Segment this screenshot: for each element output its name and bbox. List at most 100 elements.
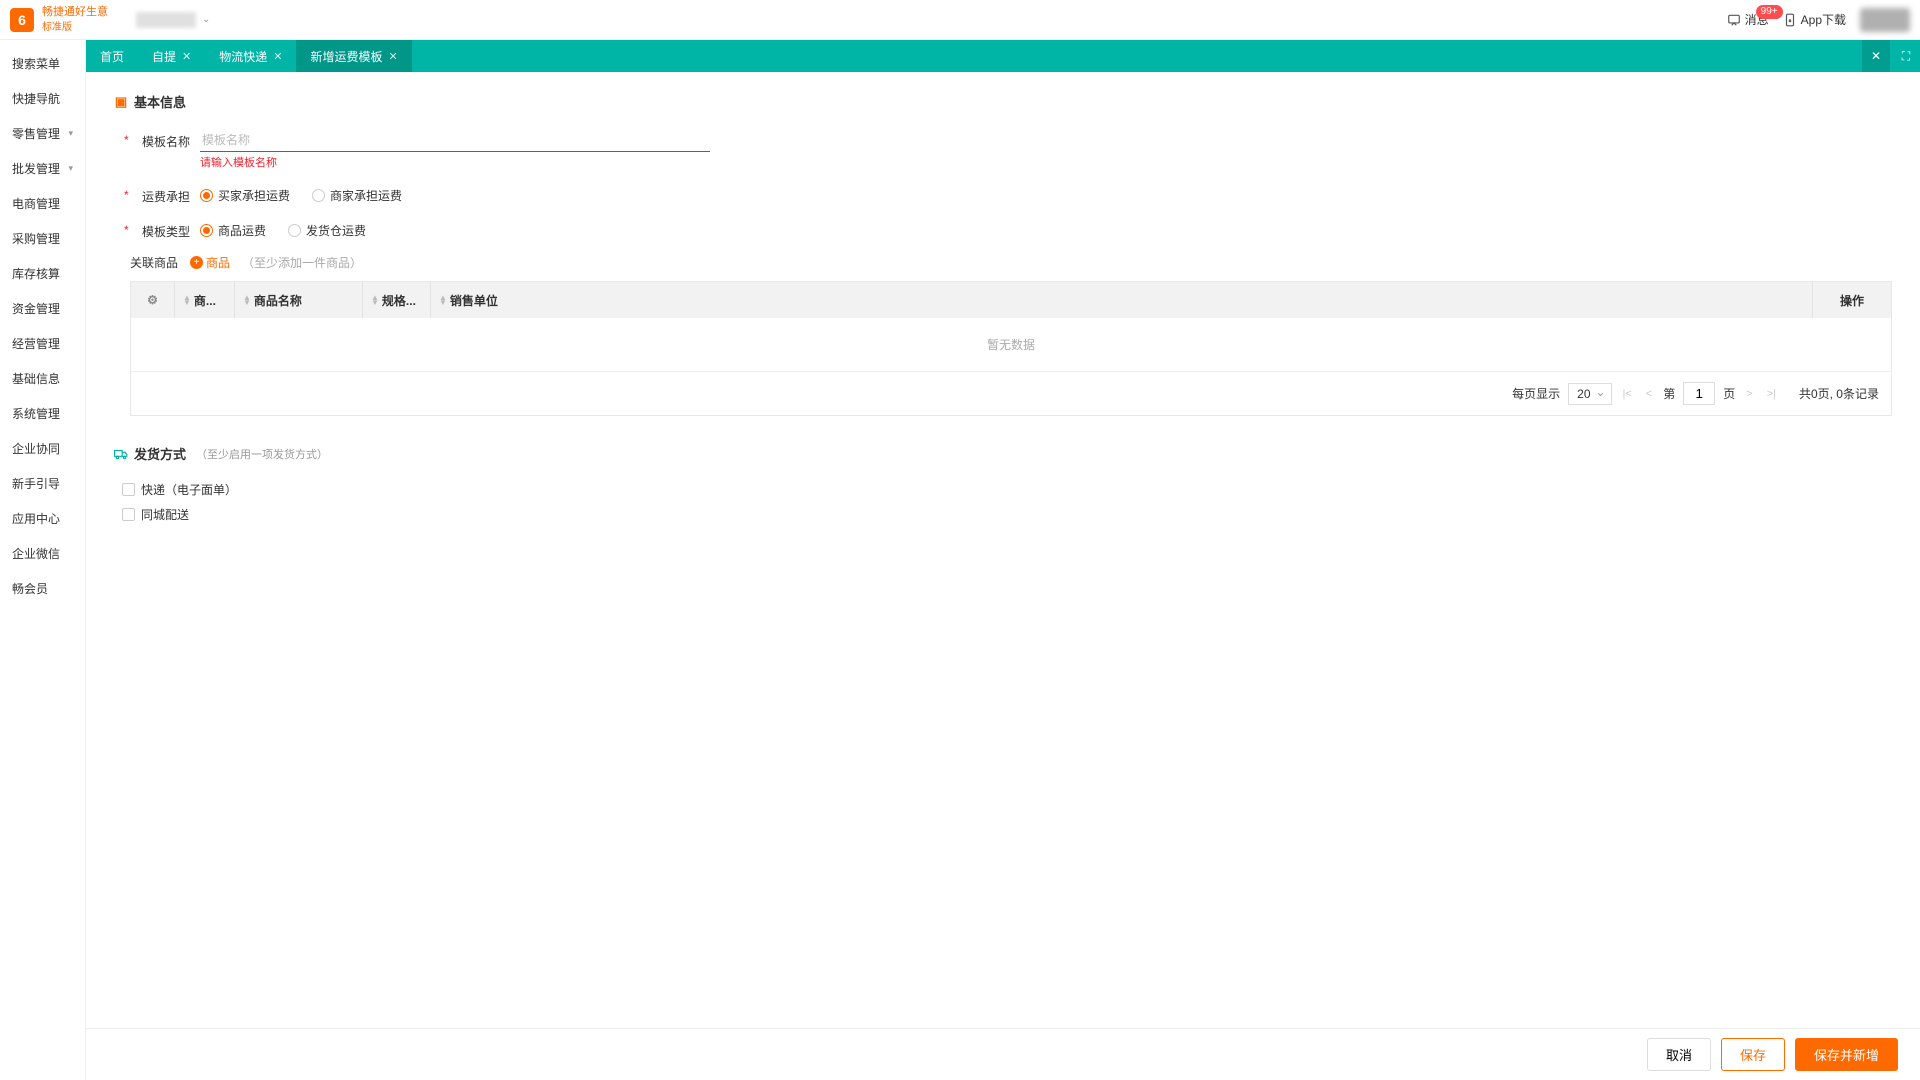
express-checkbox[interactable]: 快递（电子面单） [122, 481, 1892, 498]
template-type-row: 模板类型 商品运费 发货仓运费 [114, 219, 1892, 240]
truck-icon [114, 447, 128, 461]
th-code[interactable]: ▲▼商... [175, 282, 235, 318]
sort-icon: ▲▼ [183, 295, 191, 305]
tab-label: 物流快递 [219, 48, 267, 65]
pager-prev[interactable]: < [1643, 388, 1655, 400]
sidebar-item[interactable]: 零售管理▾ [0, 116, 85, 151]
type-product-radio[interactable]: 商品运费 [200, 222, 266, 239]
org-selector[interactable]: ⌄ [136, 12, 210, 28]
template-name-row: 模板名称 请输入模板名称 [114, 129, 1892, 170]
sidebar-item[interactable]: 批发管理▾ [0, 151, 85, 186]
main: ▣ 基本信息 模板名称 请输入模板名称 运费承担 买家承担运费 商家承担运费 模… [0, 72, 1920, 1080]
info-icon: ▣ [114, 95, 128, 109]
template-name-input[interactable] [200, 129, 710, 152]
add-product-label: 商品 [206, 254, 230, 271]
per-page-select[interactable]: 20 [1568, 383, 1611, 405]
download-button[interactable]: App下载 [1783, 11, 1846, 28]
radio-icon [200, 224, 213, 237]
products-table: ▲▼商... ▲▼商品名称 ▲▼规格... ▲▼销售单位 操作 暂无数据 每页显… [130, 281, 1892, 416]
page-input[interactable] [1683, 382, 1715, 405]
sidebar-item[interactable]: 搜索菜单 [0, 46, 85, 81]
chevron-down-icon: ⌄ [202, 14, 210, 25]
sidebar-item-label: 资金管理 [12, 300, 60, 317]
pager-next[interactable]: > [1743, 388, 1755, 400]
plus-icon: + [190, 256, 203, 269]
sidebar-item[interactable]: 经营管理 [0, 326, 85, 361]
sidebar-item[interactable]: 应用中心 [0, 501, 85, 536]
local-delivery-checkbox[interactable]: 同城配送 [122, 506, 1892, 523]
close-icon[interactable]: ✕ [182, 50, 191, 63]
sidebar-item-label: 基础信息 [12, 370, 60, 387]
sidebar-item[interactable]: 采购管理 [0, 221, 85, 256]
sidebar-item-label: 应用中心 [12, 510, 60, 527]
sort-icon: ▲▼ [371, 295, 379, 305]
cancel-button[interactable]: 取消 [1647, 1038, 1711, 1071]
bearer-buyer-radio[interactable]: 买家承担运费 [200, 187, 290, 204]
save-button[interactable]: 保存 [1721, 1038, 1785, 1071]
th-label: 销售单位 [450, 292, 498, 309]
related-hint: （至少添加一件商品） [242, 254, 362, 271]
th-unit[interactable]: ▲▼销售单位 [431, 282, 1813, 318]
freight-bearer-group: 买家承担运费 商家承担运费 [200, 184, 402, 204]
sidebar-item[interactable]: 畅会员 [0, 571, 85, 606]
sidebar-item-label: 电商管理 [12, 195, 60, 212]
sidebar-item[interactable]: 基础信息 [0, 361, 85, 396]
shipping-title: 发货方式 （至少启用一项发货方式） [114, 444, 1892, 463]
save-and-new-button[interactable]: 保存并新增 [1795, 1038, 1898, 1071]
content: ▣ 基本信息 模板名称 请输入模板名称 运费承担 买家承担运费 商家承担运费 模… [86, 72, 1920, 1080]
sidebar-item-label: 经营管理 [12, 335, 60, 352]
tab-label: 首页 [100, 48, 124, 65]
checkbox-label: 同城配送 [141, 506, 189, 523]
brand-line1: 畅捷通好生意 [42, 6, 108, 18]
sidebar-item-label: 新手引导 [12, 475, 60, 492]
close-icon[interactable]: ✕ [273, 50, 282, 63]
th-name[interactable]: ▲▼商品名称 [235, 282, 363, 318]
user-avatar[interactable] [1860, 8, 1910, 32]
th-spec[interactable]: ▲▼规格... [363, 282, 431, 318]
sidebar-item[interactable]: 快捷导航 [0, 81, 85, 116]
related-products-label: 关联商品 [130, 254, 178, 271]
template-type-label: 模板类型 [130, 219, 200, 240]
logo-icon: 6 [10, 8, 34, 32]
th-settings[interactable] [131, 282, 175, 318]
sidebar-item-label: 企业微信 [12, 545, 60, 562]
checkbox-icon [122, 508, 135, 521]
tab[interactable]: 物流快递 ✕ [205, 40, 296, 72]
sidebar-item-label: 快捷导航 [12, 90, 60, 107]
radio-label: 买家承担运费 [218, 187, 290, 204]
th-label: 规格... [382, 292, 416, 309]
freight-bearer-label: 运费承担 [130, 184, 200, 205]
sidebar-item[interactable]: 系统管理 [0, 396, 85, 431]
org-name-blurred [136, 12, 196, 28]
sidebar-item[interactable]: 库存核算 [0, 256, 85, 291]
close-tab-button[interactable]: ✕ [1862, 40, 1890, 72]
sidebar-item-label: 搜索菜单 [12, 55, 60, 72]
tab-actions: ✕ ⛶ [1862, 40, 1920, 72]
tab[interactable]: 自提✕ [138, 40, 205, 72]
sidebar-item[interactable]: 新手引导 [0, 466, 85, 501]
table-empty: 暂无数据 [131, 318, 1891, 371]
page-prefix: 第 [1663, 385, 1675, 402]
sidebar-item-label: 企业协同 [12, 440, 60, 457]
tab[interactable]: 首页 [86, 40, 138, 72]
pager-first[interactable]: |< [1620, 388, 1635, 400]
close-icon[interactable]: ✕ [389, 50, 398, 63]
related-products-row: 关联商品 + 商品 （至少添加一件商品） [130, 254, 1892, 271]
header-right: 消息 99+ App下载 [1727, 8, 1910, 32]
tab-bar: 首页自提✕物流快递✕新增运费模板✕ ✕ ⛶ [0, 40, 1920, 72]
download-icon [1783, 13, 1797, 27]
add-product-button[interactable]: + 商品 [190, 254, 230, 271]
fullscreen-button[interactable]: ⛶ [1892, 40, 1920, 72]
radio-label: 商家承担运费 [330, 187, 402, 204]
type-warehouse-radio[interactable]: 发货仓运费 [288, 222, 366, 239]
brand-line2: 标准版 [42, 18, 108, 33]
sidebar-item[interactable]: 资金管理 [0, 291, 85, 326]
bearer-seller-radio[interactable]: 商家承担运费 [312, 187, 402, 204]
pager-last[interactable]: >| [1764, 388, 1779, 400]
sidebar-item[interactable]: 企业协同 [0, 431, 85, 466]
messages-button[interactable]: 消息 99+ [1727, 11, 1769, 28]
sidebar-item[interactable]: 企业微信 [0, 536, 85, 571]
tab[interactable]: 新增运费模板✕ [296, 40, 411, 72]
sidebar-item[interactable]: 电商管理 [0, 186, 85, 221]
th-label: 商... [194, 292, 216, 309]
